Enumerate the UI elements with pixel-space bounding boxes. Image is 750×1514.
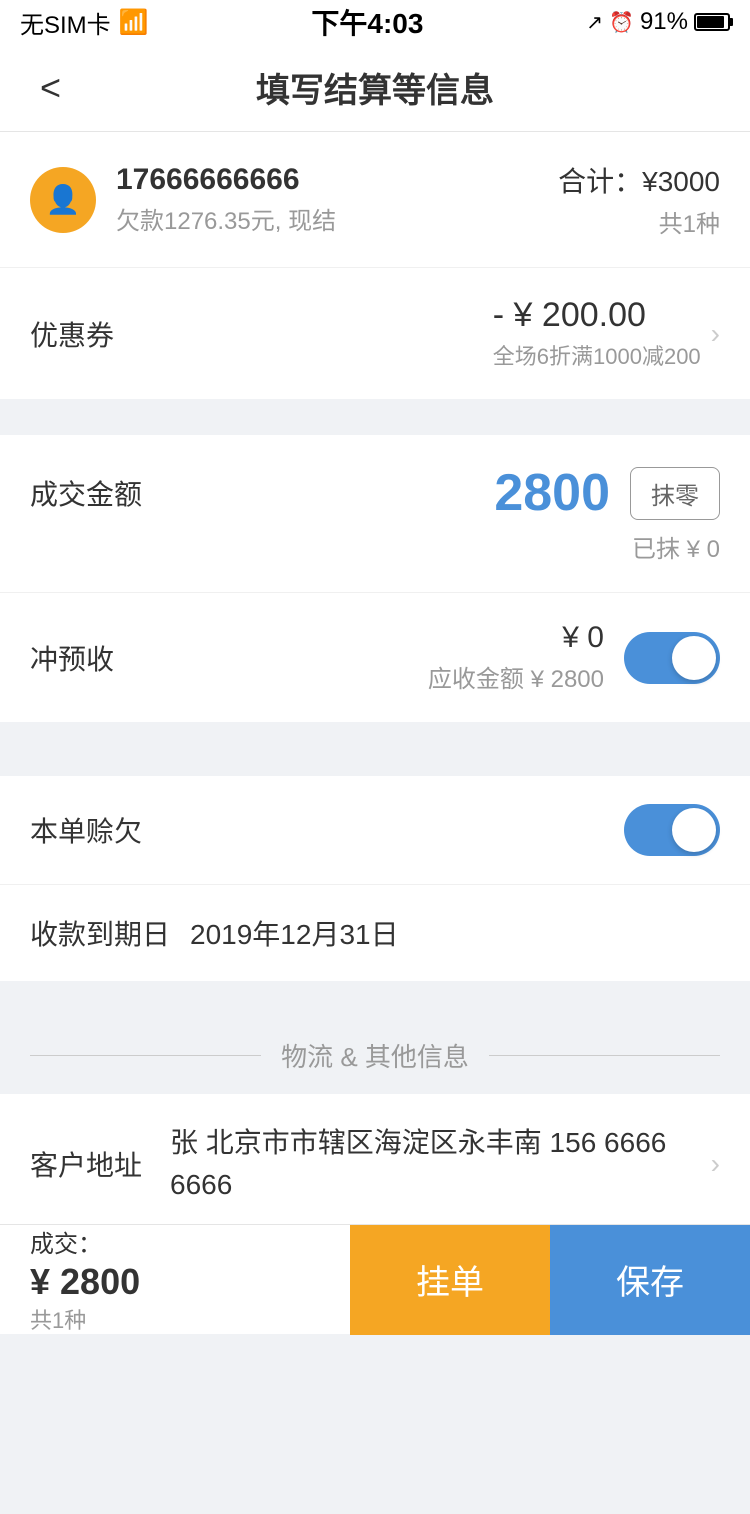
avatar-icon: 👤 xyxy=(46,183,81,216)
carrier-text: 无SIM卡 xyxy=(20,5,111,40)
coupon-desc: 全场6折满1000减200 xyxy=(493,339,701,371)
footer-bar: 成交： ¥ 2800 共1种 挂单 保存 xyxy=(0,1224,750,1334)
precollect-toggle[interactable] xyxy=(624,632,720,684)
nav-bar: < 填写结算等信息 xyxy=(0,44,750,132)
logistics-line-right xyxy=(489,1055,720,1056)
credit-toggle-knob xyxy=(672,808,716,852)
address-section[interactable]: 客户地址 张 北京市市辖区海淀区永丰南 156 6666 6666 › xyxy=(0,1094,750,1234)
amount-section: 成交金额 2800 抹零 已抹 ¥ 0 xyxy=(0,435,750,592)
address-chevron-icon: › xyxy=(711,1148,720,1180)
precollect-value: ¥ 0 xyxy=(428,621,604,655)
amount-right: 2800 抹零 xyxy=(494,463,720,523)
credit-label: 本单赊欠 xyxy=(30,810,142,850)
status-right: ↗ ⏰ 91% xyxy=(586,8,730,36)
amount-value: 2800 xyxy=(494,463,610,523)
precollect-amount: ¥ 0 应收金额 ¥ 2800 xyxy=(428,621,604,694)
amount-card: 成交金额 2800 抹零 已抹 ¥ 0 冲预收 ¥ 0 应收金额 ¥ 2800 xyxy=(0,435,750,722)
precollect-right: ¥ 0 应收金额 ¥ 2800 xyxy=(428,621,720,694)
address-label: 客户地址 xyxy=(30,1144,150,1184)
battery-icon xyxy=(694,13,730,31)
footer-deal-label: 成交： xyxy=(30,1224,320,1259)
location-icon: ↗ xyxy=(586,10,603,35)
logistics-title: 物流 & 其他信息 xyxy=(281,1037,469,1074)
footer-amount: ¥ 2800 xyxy=(30,1261,320,1303)
section-divider-1 xyxy=(0,417,750,435)
coupon-right: - ¥ 200.00 全场6折满1000减200 › xyxy=(493,296,720,371)
status-time: 下午4:03 xyxy=(311,2,423,42)
precollect-section: 冲预收 ¥ 0 应收金额 ¥ 2800 xyxy=(0,592,750,722)
user-total: 合计：¥3000 xyxy=(558,160,720,200)
status-left: 无SIM卡 📶 xyxy=(20,5,149,40)
round-button[interactable]: 抹零 xyxy=(630,467,720,520)
back-button[interactable]: < xyxy=(30,57,71,119)
coupon-label: 优惠券 xyxy=(30,314,114,354)
logistics-header: 物流 & 其他信息 xyxy=(0,1017,750,1094)
avatar: 👤 xyxy=(30,167,96,233)
amount-row: 成交金额 2800 抹零 xyxy=(30,463,720,523)
footer-info: 成交： ¥ 2800 共1种 xyxy=(0,1224,350,1335)
user-count: 共1种 xyxy=(558,204,720,239)
address-value: 张 北京市市辖区海淀区永丰南 156 6666 6666 xyxy=(170,1122,691,1206)
status-bar: 无SIM卡 📶 下午4:03 ↗ ⏰ 91% xyxy=(0,0,750,44)
logistics-line-left xyxy=(30,1055,261,1056)
amount-sub: 已抹 ¥ 0 xyxy=(30,529,720,564)
duedate-row: 收款到期日 2019年12月31日 xyxy=(30,913,720,953)
logistics-divider xyxy=(0,999,750,1017)
footer-count: 共1种 xyxy=(30,1303,320,1335)
section-divider-2 xyxy=(0,740,750,758)
user-sub: 欠款1276.35元, 现结 xyxy=(116,201,336,236)
user-phone: 17666666666 xyxy=(116,163,336,197)
user-left: 👤 17666666666 欠款1276.35元, 现结 xyxy=(30,163,336,236)
coupon-discount: - ¥ 200.00 xyxy=(493,296,701,335)
battery-percent: 91% xyxy=(640,8,688,36)
toggle-knob xyxy=(672,636,716,680)
precollect-row: 冲预收 ¥ 0 应收金额 ¥ 2800 xyxy=(30,621,720,694)
user-info: 17666666666 欠款1276.35元, 现结 xyxy=(116,163,336,236)
duedate-value: 2019年12月31日 xyxy=(190,913,399,953)
credit-card: 本单赊欠 收款到期日 2019年12月31日 xyxy=(0,776,750,981)
page-title: 填写结算等信息 xyxy=(256,63,494,112)
precollect-label: 冲预收 xyxy=(30,638,114,678)
coupon-chevron-icon: › xyxy=(711,318,720,350)
duedate-label: 收款到期日 xyxy=(30,913,170,953)
wifi-icon: 📶 xyxy=(119,8,149,37)
duedate-section: 收款到期日 2019年12月31日 xyxy=(0,884,750,981)
save-button[interactable]: 保存 xyxy=(550,1225,750,1335)
coupon-row[interactable]: 优惠券 - ¥ 200.00 全场6折满1000减200 › xyxy=(0,268,750,399)
user-row: 👤 17666666666 欠款1276.35元, 现结 合计：¥3000 共1… xyxy=(0,132,750,268)
alarm-icon: ⏰ xyxy=(609,10,634,35)
hold-button[interactable]: 挂单 xyxy=(350,1225,550,1335)
credit-section: 本单赊欠 xyxy=(0,776,750,884)
credit-toggle[interactable] xyxy=(624,804,720,856)
precollect-sub: 应收金额 ¥ 2800 xyxy=(428,659,604,694)
amount-label: 成交金额 xyxy=(30,473,142,513)
user-card: 👤 17666666666 欠款1276.35元, 现结 合计：¥3000 共1… xyxy=(0,132,750,399)
user-right: 合计：¥3000 共1种 xyxy=(558,160,720,239)
